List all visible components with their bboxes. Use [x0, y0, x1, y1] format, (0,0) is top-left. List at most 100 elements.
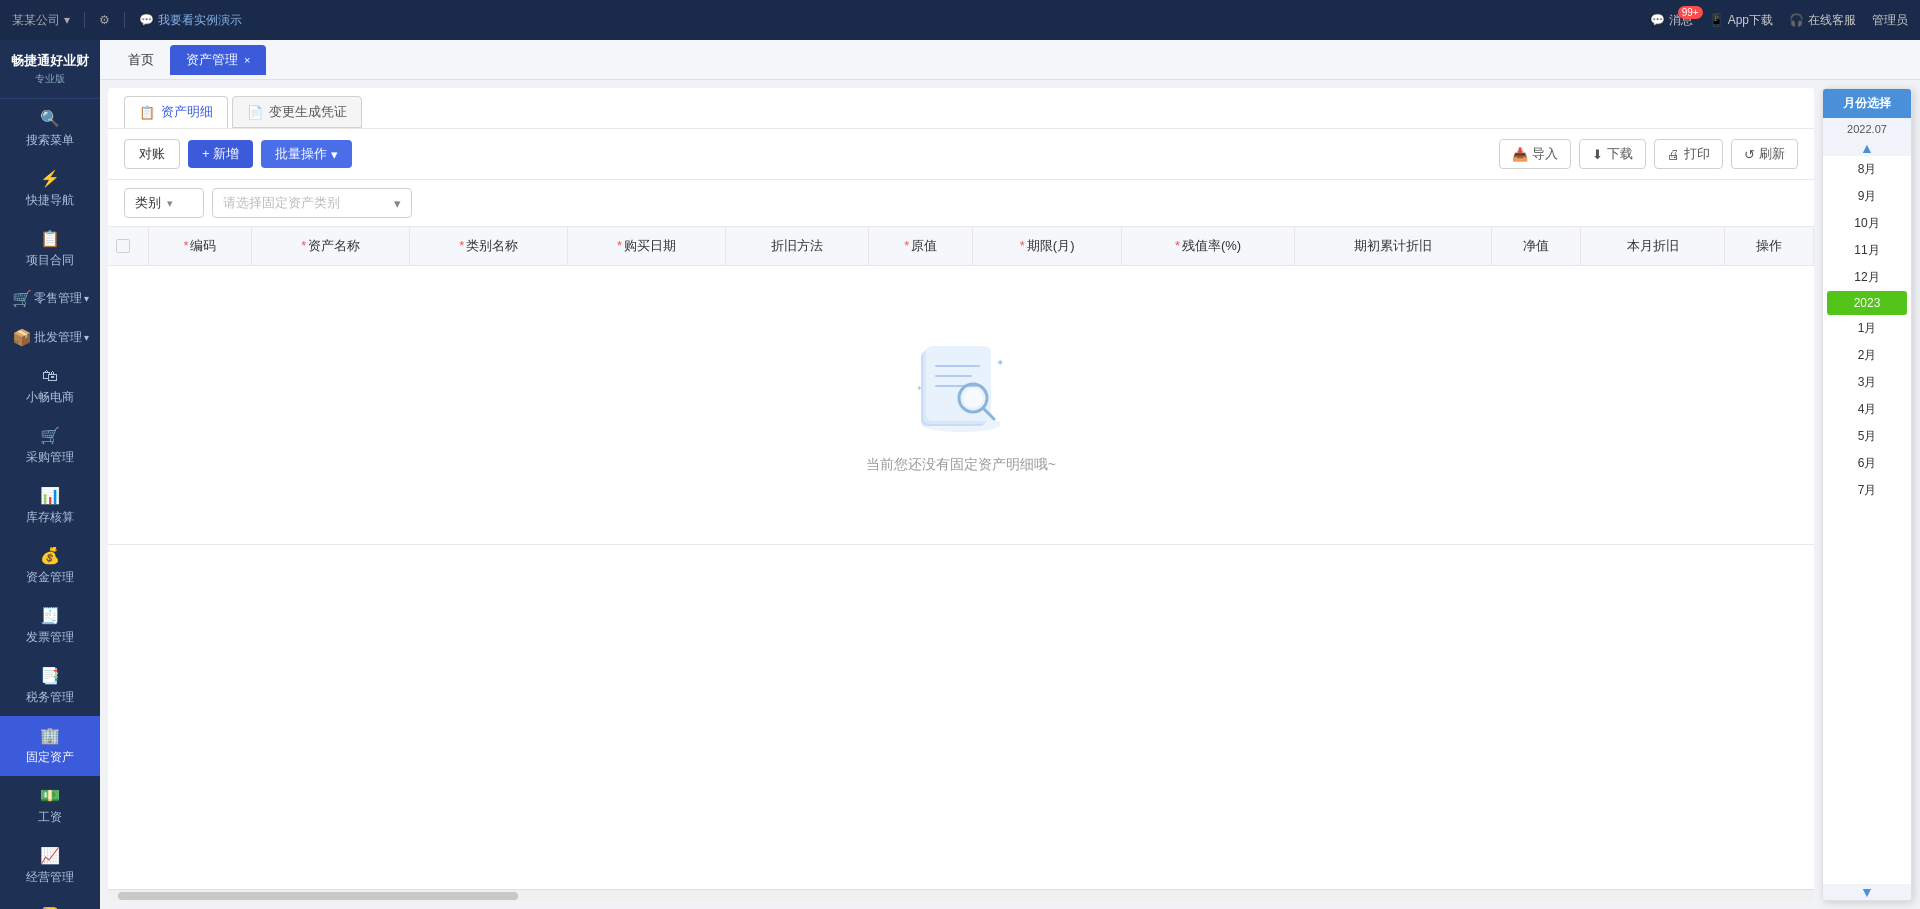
download-label: 下载: [1607, 145, 1633, 163]
batch-ops-button[interactable]: 批量操作 ▾: [261, 140, 352, 168]
month-item-4[interactable]: 4月: [1823, 396, 1911, 423]
sidebar-label-search: 搜索菜单: [26, 132, 74, 149]
sidebar-item-purchase[interactable]: 🛒 采购管理: [0, 416, 100, 476]
month-up-button[interactable]: ▲: [1860, 140, 1874, 156]
app-download-button[interactable]: 📱 App下载: [1709, 12, 1773, 29]
sidebar-item-ecommerce[interactable]: 🛍 小畅电商: [0, 357, 100, 416]
month-panel: 月份选择 2022.07 ▲ 8月 9月 10月 11月 12月 2023 1月…: [1822, 88, 1912, 901]
th-accumulated-label: 期初累计折旧: [1354, 238, 1432, 253]
month-item-10[interactable]: 10月: [1823, 210, 1911, 237]
sidebar-item-retail[interactable]: 🛒 零售管理 ▾: [0, 279, 100, 318]
month-item-8[interactable]: 8月: [1823, 156, 1911, 183]
sidebar-label-ecommerce: 小畅电商: [26, 389, 74, 406]
sidebar-item-project[interactable]: 📋 项目合同: [0, 219, 100, 279]
th-purchase-date-label: 购买日期: [624, 238, 676, 253]
th-code: *编码: [148, 227, 252, 266]
month-item-9[interactable]: 9月: [1823, 183, 1911, 210]
sidebar-item-ledger[interactable]: 📒 总账管理: [0, 896, 100, 909]
reconcile-button[interactable]: 对账: [124, 139, 180, 169]
month-item-7[interactable]: 7月: [1823, 477, 1911, 504]
sub-tab-asset-detail-label: 资产明细: [161, 103, 213, 121]
add-button[interactable]: + 新增: [188, 140, 253, 168]
sub-tab-change-voucher[interactable]: 📄 变更生成凭证: [232, 96, 362, 128]
import-icon: 📥: [1512, 147, 1528, 162]
download-icon: ⬇: [1592, 147, 1603, 162]
input-arrow-icon: ▾: [394, 196, 401, 211]
company-selector[interactable]: 某某公司 ▾: [12, 12, 70, 29]
sidebar-item-invoice[interactable]: 🧾 发票管理: [0, 596, 100, 656]
th-depreciation: 折旧方法: [726, 227, 869, 266]
empty-illustration: ✦ ✦: [901, 336, 1021, 436]
month-item-2023[interactable]: 2023: [1827, 291, 1907, 315]
category-input[interactable]: 请选择固定资产类别 ▾: [212, 188, 412, 218]
sidebar-item-search[interactable]: 🔍 搜索菜单: [0, 99, 100, 159]
month-up-button-wrapper: ▲: [1823, 140, 1911, 156]
demo-link[interactable]: 💬 我要看实例演示: [139, 12, 242, 29]
brand-name: 畅捷通好业财: [8, 52, 92, 70]
select-all-checkbox[interactable]: [116, 239, 130, 253]
month-item-3[interactable]: 3月: [1823, 369, 1911, 396]
refresh-icon: ↺: [1744, 147, 1755, 162]
bottom-scrollbar[interactable]: [108, 889, 1814, 901]
asset-table: *编码 *资产名称 *类别名称 *购买日期 折旧方法 *原值 *期限(月) *残…: [108, 227, 1814, 545]
content-area: 首页 资产管理 × 📋 资产明细 📄 变更生成凭证: [100, 40, 1920, 909]
sidebar-item-operations[interactable]: 📈 经营管理: [0, 836, 100, 896]
search-icon: 🔍: [40, 109, 60, 128]
tab-close-icon[interactable]: ×: [244, 54, 250, 66]
sidebar-item-salary[interactable]: 💵 工资: [0, 776, 100, 836]
print-icon: 🖨: [1667, 147, 1680, 162]
divider2: [124, 12, 125, 28]
th-select: [108, 227, 148, 266]
sidebar-label-quicknav: 快捷导航: [26, 192, 74, 209]
finance-icon: 💰: [40, 546, 60, 565]
tab-home[interactable]: 首页: [112, 45, 170, 75]
th-monthly: 本月折旧: [1581, 227, 1724, 266]
sidebar-item-fixed-assets[interactable]: 🏢 固定资产: [0, 716, 100, 776]
th-operation: 操作: [1724, 227, 1813, 266]
page-content: 📋 资产明细 📄 变更生成凭证 对账 + 新增 批量操作: [100, 80, 1920, 909]
th-code-label: 编码: [190, 238, 216, 253]
message-icon: 💬: [1650, 13, 1665, 27]
tab-asset-management[interactable]: 资产管理 ×: [170, 45, 266, 75]
print-button[interactable]: 🖨 打印: [1654, 139, 1723, 169]
th-original-value: *原值: [869, 227, 973, 266]
month-item-12[interactable]: 12月: [1823, 264, 1911, 291]
message-button[interactable]: 💬 消息 99+: [1650, 12, 1693, 29]
th-original-value-label: 原值: [911, 238, 937, 253]
th-category: *类别名称: [410, 227, 568, 266]
import-button[interactable]: 📥 导入: [1499, 139, 1571, 169]
sidebar-item-tax[interactable]: 📑 税务管理: [0, 656, 100, 716]
wholesale-arrow: ▾: [84, 332, 89, 343]
salary-icon: 💵: [40, 786, 60, 805]
sidebar-label-inventory: 库存核算: [26, 509, 74, 526]
month-item-6[interactable]: 6月: [1823, 450, 1911, 477]
month-item-11[interactable]: 11月: [1823, 237, 1911, 264]
th-monthly-label: 本月折旧: [1627, 238, 1679, 253]
category-filter[interactable]: 类别 ▾: [124, 188, 204, 218]
retail-icon: 🛒: [12, 289, 32, 308]
main-panel: 📋 资产明细 📄 变更生成凭证 对账 + 新增 批量操作: [108, 88, 1814, 901]
sidebar-label-retail: 零售管理: [34, 290, 82, 307]
sub-tab-asset-detail[interactable]: 📋 资产明细: [124, 96, 228, 128]
sidebar-item-finance[interactable]: 💰 资金管理: [0, 536, 100, 596]
tab-home-label: 首页: [128, 51, 154, 69]
sidebar-item-inventory[interactable]: 📊 库存核算: [0, 476, 100, 536]
sidebar-brand: 畅捷通好业财 专业版: [0, 40, 100, 99]
month-item-1[interactable]: 1月: [1823, 315, 1911, 342]
settings-icon-wrapper[interactable]: ⚙: [99, 13, 110, 27]
refresh-button[interactable]: ↺ 刷新: [1731, 139, 1798, 169]
tab-asset-label: 资产管理: [186, 51, 238, 69]
category-arrow-icon: ▾: [167, 197, 173, 210]
demo-icon: 💬: [139, 13, 154, 27]
month-item-2[interactable]: 2月: [1823, 342, 1911, 369]
category-label: 类别: [135, 194, 161, 212]
sidebar-item-wholesale[interactable]: 📦 批发管理 ▾: [0, 318, 100, 357]
download-button[interactable]: ⬇ 下载: [1579, 139, 1646, 169]
month-panel-header: 月份选择: [1823, 89, 1911, 118]
online-service-button[interactable]: 🎧 在线客服: [1789, 12, 1856, 29]
dropdown-icon: ▾: [64, 13, 70, 27]
month-down-button[interactable]: ▼: [1860, 884, 1874, 900]
gear-icon: ⚙: [99, 13, 110, 27]
month-item-5[interactable]: 5月: [1823, 423, 1911, 450]
sidebar-item-quicknav[interactable]: ⚡ 快捷导航: [0, 159, 100, 219]
